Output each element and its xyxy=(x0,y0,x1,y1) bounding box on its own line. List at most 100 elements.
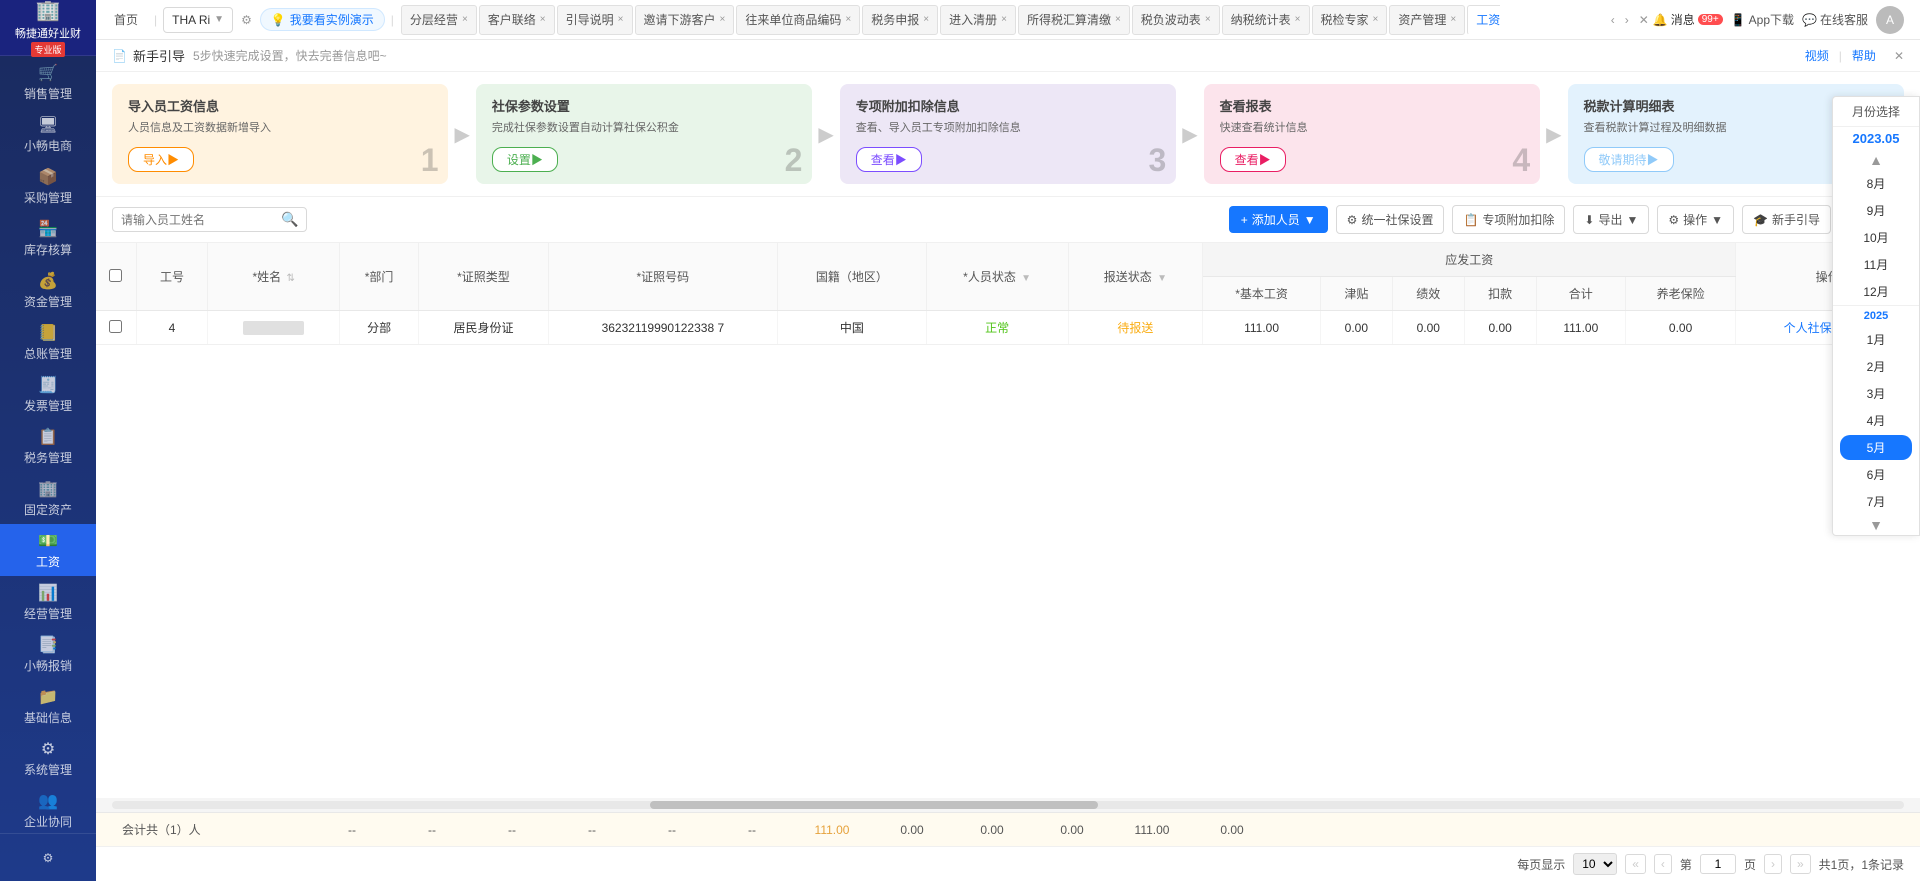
home-link[interactable]: 首页 xyxy=(104,11,148,28)
tab-tax-expert[interactable]: 税检专家 × xyxy=(1312,5,1388,35)
prev-page-btn[interactable]: ‹ xyxy=(1654,854,1672,874)
month-2[interactable]: 2月 xyxy=(1840,354,1912,379)
status-filter-icon[interactable]: ▼ xyxy=(1021,273,1031,284)
sidebar-item-basic[interactable]: 📁 基础信息 xyxy=(0,680,96,732)
special-deduct-btn[interactable]: 📋 专项附加扣除 xyxy=(1452,205,1565,234)
tab-assets-mgmt[interactable]: 资产管理 × xyxy=(1389,5,1465,35)
close-customer[interactable]: × xyxy=(540,14,546,25)
last-page-btn[interactable]: » xyxy=(1790,854,1811,874)
sidebar-item-inventory[interactable]: 🏪 库存核算 xyxy=(0,212,96,264)
sidebar-item-system[interactable]: ⚙ 系统管理 xyxy=(0,732,96,784)
month-3[interactable]: 3月 xyxy=(1840,381,1912,406)
first-page-btn[interactable]: « xyxy=(1625,854,1646,874)
name-sort-icon[interactable]: ⇅ xyxy=(286,273,294,284)
tab-income-tax[interactable]: 所得税汇算清缴 × xyxy=(1018,5,1130,35)
month-8[interactable]: 8月 xyxy=(1840,171,1912,196)
month-4[interactable]: 4月 xyxy=(1840,408,1912,433)
app-download-btn[interactable]: 📱 App下载 xyxy=(1731,11,1794,28)
operations-btn[interactable]: ⚙ 操作 ▼ xyxy=(1657,205,1734,234)
month-1[interactable]: 1月 xyxy=(1840,327,1912,352)
month-12[interactable]: 12月 xyxy=(1840,279,1912,304)
close-codes[interactable]: × xyxy=(845,14,851,25)
user-avatar[interactable]: A xyxy=(1876,6,1904,34)
month-scroll-down[interactable]: ▼ xyxy=(1867,515,1885,535)
sidebar-item-collab[interactable]: 👥 企业协同 xyxy=(0,784,96,833)
tab-clearance[interactable]: 进入清册 × xyxy=(940,5,1016,35)
close-clearance[interactable]: × xyxy=(1001,14,1007,25)
tab-payroll-table[interactable]: 工资表 × xyxy=(1467,5,1500,35)
sidebar-item-ecommerce-label: 小畅电商 xyxy=(24,137,72,154)
search-submit-icon[interactable]: 🔍 xyxy=(281,211,298,228)
nav-close-all-icon[interactable]: ✕ xyxy=(1635,13,1653,27)
row-select-checkbox[interactable] xyxy=(109,320,122,333)
close-assets-mgmt[interactable]: × xyxy=(1450,14,1456,25)
sidebar-settings[interactable]: ⚙ xyxy=(0,833,96,881)
tab-codes[interactable]: 往来单位商品编码 × xyxy=(736,5,860,35)
step-1-btn[interactable]: 导入▶ xyxy=(128,147,194,172)
message-btn[interactable]: 🔔 消息 99+ xyxy=(1653,11,1723,28)
video-link[interactable]: 视频 xyxy=(1805,47,1829,64)
tab-invite[interactable]: 邀请下游客户 × xyxy=(635,5,735,35)
tab-guide-intro[interactable]: 引导说明 × xyxy=(557,5,633,35)
help-link[interactable]: 帮助 xyxy=(1852,47,1876,64)
sidebar-item-assets[interactable]: 🏢 固定资产 xyxy=(0,472,96,524)
month-6[interactable]: 6月 xyxy=(1840,462,1912,487)
select-all-checkbox[interactable] xyxy=(109,269,122,282)
unified-settings-icon: ⚙ xyxy=(1347,213,1358,227)
sidebar-item-sales[interactable]: 🛒 销售管理 xyxy=(0,56,96,108)
month-5-active[interactable]: 5月 xyxy=(1840,435,1912,460)
guide-close-btn[interactable]: ✕ xyxy=(1894,49,1904,63)
page-number-input[interactable] xyxy=(1700,854,1736,874)
next-page-btn[interactable]: › xyxy=(1764,854,1782,874)
sidebar-item-payroll[interactable]: 💵 工资 xyxy=(0,524,96,576)
step-3-btn[interactable]: 查看▶ xyxy=(856,147,922,172)
sidebar-item-ecommerce[interactable]: 🖥 小畅电商 xyxy=(0,108,96,160)
per-page-select[interactable]: 10 20 50 xyxy=(1573,853,1617,875)
sidebar-item-invoice[interactable]: 🧾 发票管理 xyxy=(0,368,96,420)
close-income-tax[interactable]: × xyxy=(1115,14,1121,25)
sidebar-item-purchase[interactable]: 📦 采购管理 xyxy=(0,160,96,212)
tab-customer[interactable]: 客户联络 × xyxy=(479,5,555,35)
month-scroll-up[interactable]: ▲ xyxy=(1867,150,1885,170)
month-9[interactable]: 9月 xyxy=(1840,198,1912,223)
nav-prev-icon[interactable]: ‹ xyxy=(1607,13,1619,27)
tab-tax-report[interactable]: 税务申报 × xyxy=(862,5,938,35)
nav-next-icon[interactable]: › xyxy=(1621,13,1633,27)
tab-stratify[interactable]: 分层经营 × xyxy=(401,5,477,35)
company-selector[interactable]: THA Ri ▼ xyxy=(163,7,233,33)
step-2-btn[interactable]: 设置▶ xyxy=(492,147,558,172)
row-basic-wage: 111.00 xyxy=(1203,311,1321,345)
unified-settings-label: 统一社保设置 xyxy=(1361,211,1433,228)
tab-tax-stat[interactable]: 纳税统计表 × xyxy=(1222,5,1310,35)
sidebar-item-operations[interactable]: 📊 经营管理 xyxy=(0,576,96,628)
tab-tax-burden[interactable]: 税负波动表 × xyxy=(1132,5,1220,35)
scroll-thumb[interactable] xyxy=(650,801,1098,809)
month-7[interactable]: 7月 xyxy=(1840,489,1912,514)
close-invite[interactable]: × xyxy=(720,14,726,25)
sidebar-item-ledger[interactable]: 📒 总账管理 xyxy=(0,316,96,368)
month-11[interactable]: 11月 xyxy=(1840,252,1912,277)
close-stratify[interactable]: × xyxy=(462,14,468,25)
new-guide-btn[interactable]: 🎓 新手引导 xyxy=(1742,205,1831,234)
close-tax-expert[interactable]: × xyxy=(1373,14,1379,25)
close-guide-intro[interactable]: × xyxy=(618,14,624,25)
month-10[interactable]: 10月 xyxy=(1840,225,1912,250)
close-tax-stat[interactable]: × xyxy=(1295,14,1301,25)
unified-settings-btn[interactable]: ⚙ 统一社保设置 xyxy=(1336,205,1445,234)
sidebar-item-tax[interactable]: 📋 税务管理 xyxy=(0,420,96,472)
horizontal-scrollbar[interactable] xyxy=(96,798,1920,812)
row-action-social-insurance[interactable]: 个人社保 xyxy=(1784,321,1832,335)
settings-icon[interactable]: ⚙ xyxy=(237,13,256,27)
step-5-btn[interactable]: 敬请期待▶ xyxy=(1584,147,1674,172)
demo-link[interactable]: 💡 我要看实例演示 xyxy=(260,8,385,31)
export-btn[interactable]: ⬇ 导出 ▼ xyxy=(1573,205,1649,234)
report-filter-icon[interactable]: ▼ xyxy=(1157,273,1167,284)
sidebar-item-expense[interactable]: 📑 小畅报销 xyxy=(0,628,96,680)
close-tax-burden[interactable]: × xyxy=(1205,14,1211,25)
step-4-btn[interactable]: 查看▶ xyxy=(1220,147,1286,172)
online-service-btn[interactable]: 💬 在线客服 xyxy=(1802,11,1868,28)
close-tax-report[interactable]: × xyxy=(923,14,929,25)
sidebar-item-capital[interactable]: 💰 资金管理 xyxy=(0,264,96,316)
add-employee-btn[interactable]: + 添加人员 ▼ xyxy=(1229,206,1328,233)
employee-search-input[interactable] xyxy=(121,213,281,227)
